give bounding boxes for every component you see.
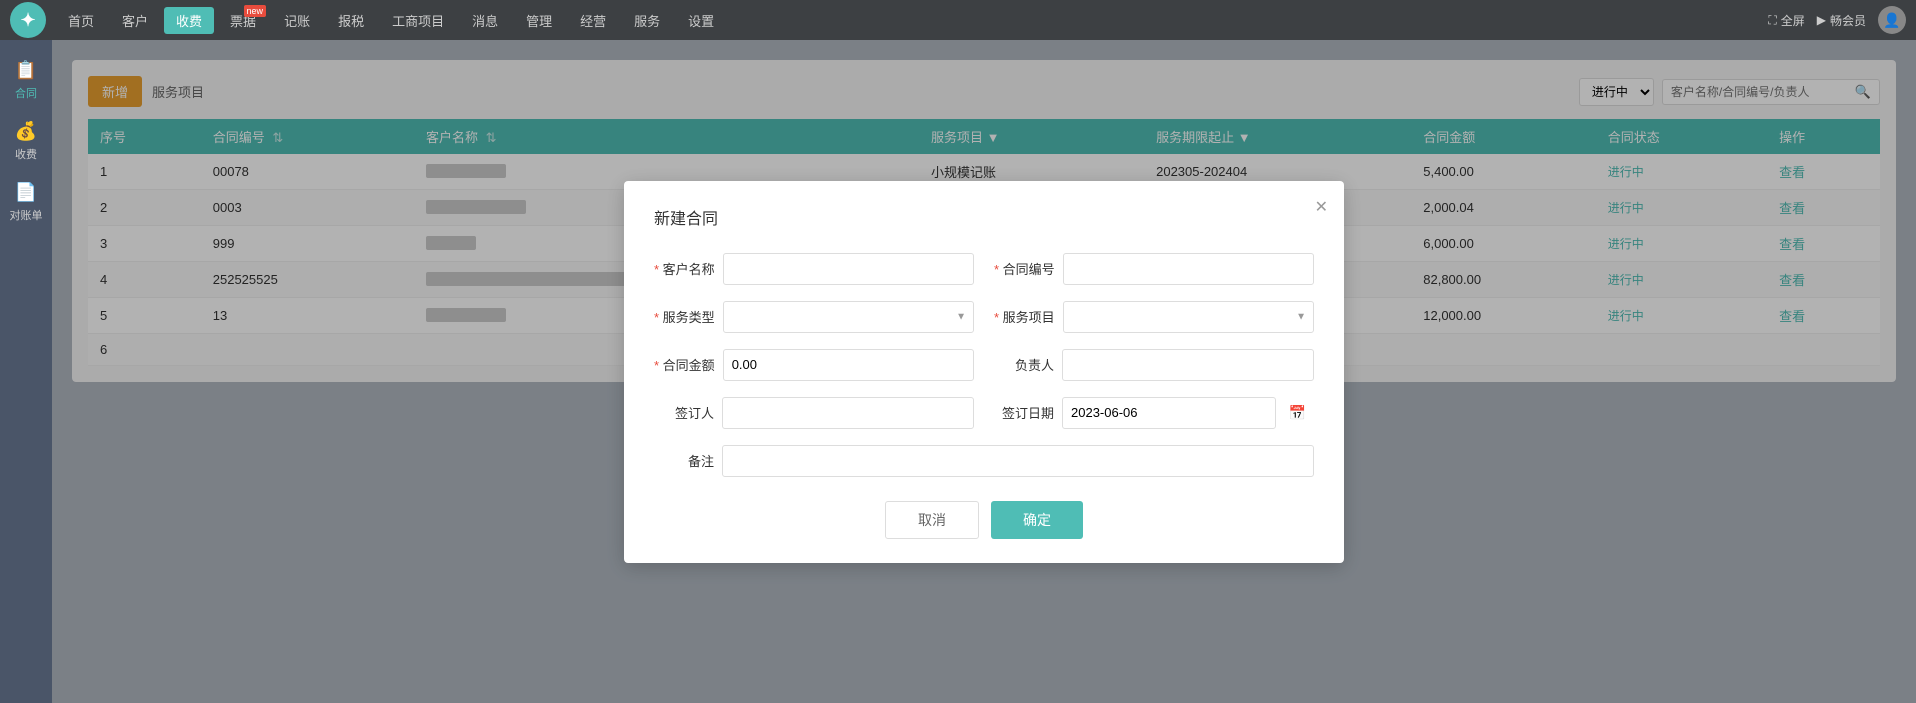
service-item-select[interactable] bbox=[1063, 301, 1314, 333]
customer-input[interactable] bbox=[723, 253, 974, 285]
sign-date-label: 签订日期 bbox=[994, 403, 1054, 422]
form-row-service-item: 服务项目 ▼ bbox=[994, 301, 1314, 333]
responsible-input[interactable] bbox=[1062, 349, 1314, 381]
member-button[interactable]: ▶ 畅会员 bbox=[1817, 12, 1866, 29]
sidebar-item-reconciliation[interactable]: 📄 对账单 bbox=[0, 172, 52, 233]
contract-no-label: 合同编号 bbox=[994, 259, 1055, 278]
customer-label: 客户名称 bbox=[654, 259, 715, 278]
signer-label: 签订人 bbox=[654, 403, 714, 422]
sign-date-input[interactable] bbox=[1062, 397, 1276, 429]
contract-no-input[interactable] bbox=[1063, 253, 1314, 285]
signer-input[interactable] bbox=[722, 397, 974, 429]
sign-date-wrap: 📅 bbox=[1062, 397, 1314, 429]
service-type-label: 服务类型 bbox=[654, 307, 715, 326]
play-icon: ▶ bbox=[1817, 13, 1826, 27]
form-row-sign-date: 签订日期 📅 bbox=[994, 397, 1314, 429]
close-button[interactable]: ✕ bbox=[1315, 197, 1328, 217]
form-row-customer: 客户名称 bbox=[654, 253, 974, 285]
modal-title: 新建合同 bbox=[654, 205, 1314, 229]
form-row-signer: 签订人 bbox=[654, 397, 974, 429]
calendar-icon: 📅 bbox=[1289, 404, 1306, 421]
sidebar-item-contract[interactable]: 📋 合同 bbox=[0, 50, 52, 111]
nav-biz[interactable]: 工商项目 bbox=[380, 7, 456, 34]
new-badge: new bbox=[244, 5, 267, 17]
top-nav: ✦ 首页 客户 收费 票据 new 记账 报税 工商项目 消息 管理 经营 服务… bbox=[0, 0, 1916, 40]
nav-operate[interactable]: 经营 bbox=[568, 7, 618, 34]
service-item-label: 服务项目 bbox=[994, 307, 1055, 326]
nav-fee[interactable]: 收费 bbox=[164, 7, 214, 34]
responsible-label: 负责人 bbox=[994, 355, 1054, 374]
sidebar-item-fee[interactable]: 💰 收费 bbox=[0, 111, 52, 172]
remark-label: 备注 bbox=[654, 451, 714, 470]
nav-home[interactable]: 首页 bbox=[56, 7, 106, 34]
nav-message[interactable]: 消息 bbox=[460, 7, 510, 34]
amount-input[interactable] bbox=[723, 349, 974, 381]
nav-ticket[interactable]: 票据 new bbox=[218, 7, 268, 34]
form-row-amount: 合同金额 bbox=[654, 349, 974, 381]
fullscreen-icon: ⛶ bbox=[1768, 13, 1776, 28]
service-type-select[interactable] bbox=[723, 301, 974, 333]
contract-icon: 📋 bbox=[15, 60, 37, 81]
confirm-button[interactable]: 确定 bbox=[991, 501, 1083, 539]
remark-input[interactable] bbox=[722, 445, 1314, 477]
form-row-remark: 备注 bbox=[654, 445, 1314, 477]
sidebar: 📋 合同 💰 收费 📄 对账单 bbox=[0, 40, 52, 703]
nav-items: 首页 客户 收费 票据 new 记账 报税 工商项目 消息 管理 经营 服务 设… bbox=[56, 7, 1768, 34]
amount-label: 合同金额 bbox=[654, 355, 715, 374]
service-type-select-wrap: ▼ bbox=[723, 301, 974, 333]
form-row-responsible: 负责人 bbox=[994, 349, 1314, 381]
reconciliation-icon: 📄 bbox=[15, 182, 37, 203]
logo-icon: ✦ bbox=[10, 2, 46, 38]
nav-manage[interactable]: 管理 bbox=[514, 7, 564, 34]
fullscreen-button[interactable]: ⛶ 全屏 bbox=[1768, 12, 1804, 29]
form-row-service-type: 服务类型 ▼ bbox=[654, 301, 974, 333]
nav-service[interactable]: 服务 bbox=[622, 7, 672, 34]
avatar[interactable]: 👤 bbox=[1878, 6, 1906, 34]
modal-overlay: ✕ 新建合同 客户名称 合同编号 服务类型 ▼ bbox=[52, 40, 1916, 703]
nav-tax[interactable]: 报税 bbox=[326, 7, 376, 34]
form-row-contract-no: 合同编号 bbox=[994, 253, 1314, 285]
modal-footer: 取消 确定 bbox=[654, 501, 1314, 539]
nav-customer[interactable]: 客户 bbox=[110, 7, 160, 34]
nav-bookkeeping[interactable]: 记账 bbox=[272, 7, 322, 34]
form-grid: 客户名称 合同编号 服务类型 ▼ 服务项目 bbox=[654, 253, 1314, 477]
cancel-button[interactable]: 取消 bbox=[885, 501, 979, 539]
nav-settings[interactable]: 设置 bbox=[676, 7, 726, 34]
fee-icon: 💰 bbox=[15, 121, 37, 142]
new-contract-modal: ✕ 新建合同 客户名称 合同编号 服务类型 ▼ bbox=[624, 181, 1344, 563]
service-item-select-wrap: ▼ bbox=[1063, 301, 1314, 333]
nav-right: ⛶ 全屏 ▶ 畅会员 👤 bbox=[1768, 6, 1906, 34]
